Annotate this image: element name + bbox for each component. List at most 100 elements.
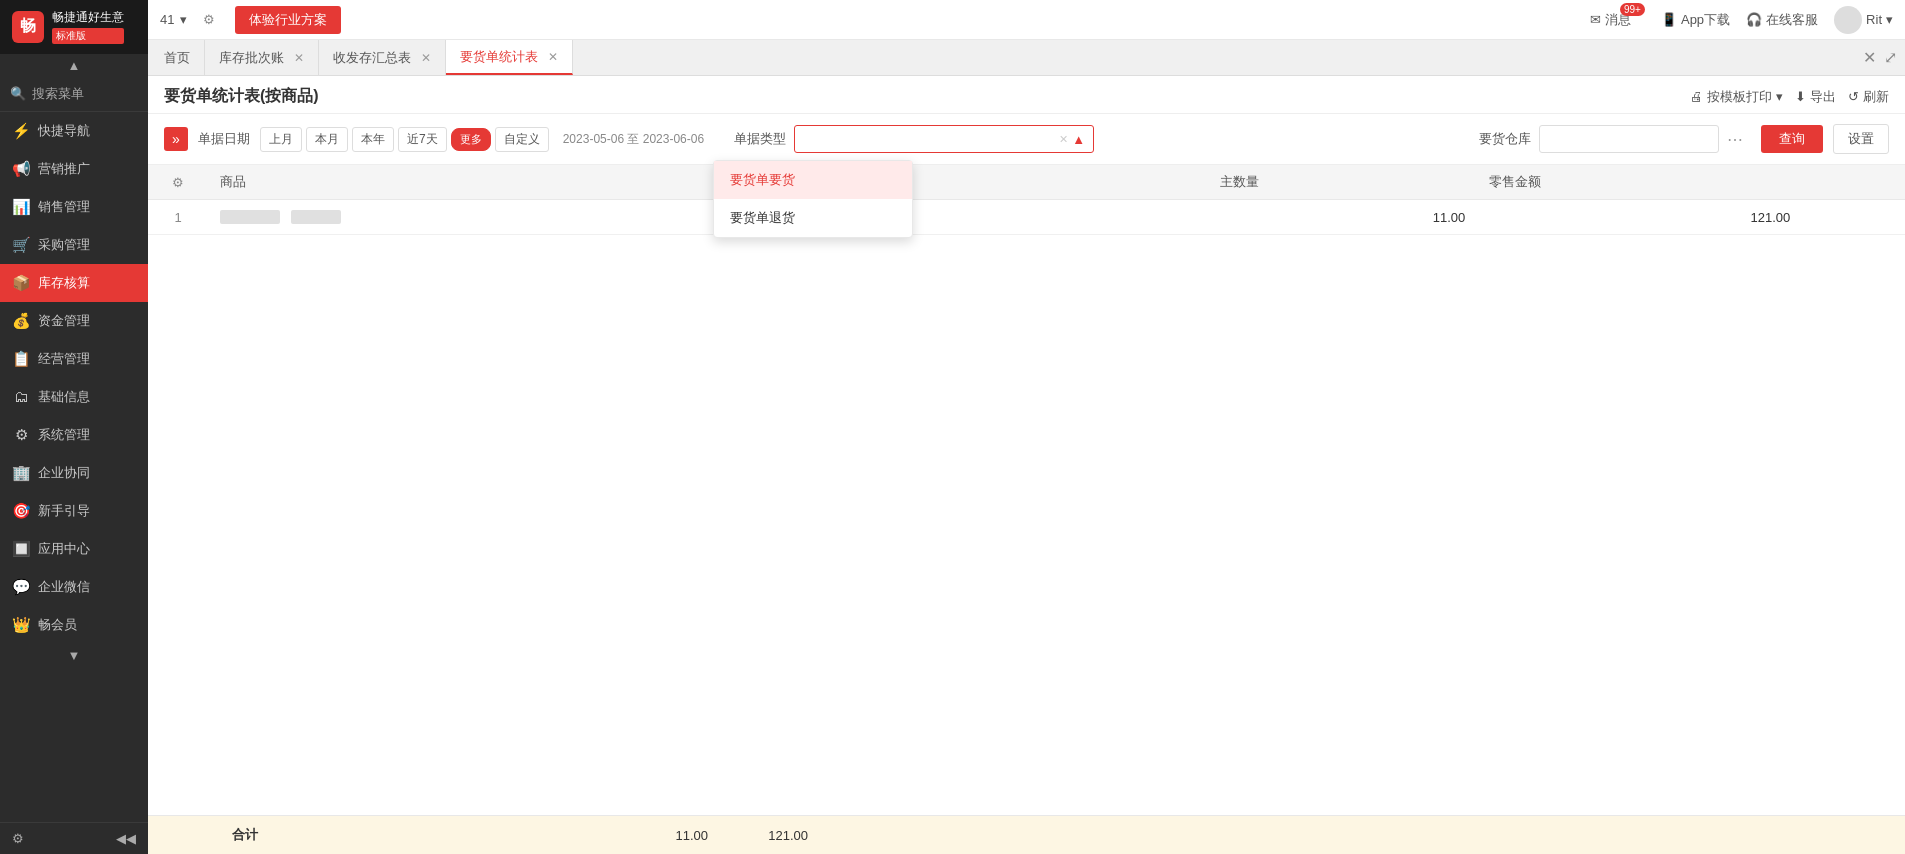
row-extra xyxy=(1802,200,1905,235)
filter-bar: » 单据日期 上月 本月 本年 近7天 更多 自定义 2023-05-06 至 … xyxy=(148,114,1905,165)
tab-home[interactable]: 首页 xyxy=(156,40,205,75)
sidebar-item-inventory[interactable]: 📦 库存核算 xyxy=(0,264,148,302)
sidebar: 畅 畅捷通好生意 标准版 ▲ 🔍 搜索菜单 ⚡ 快捷导航 📢 营销推广 📊 销售… xyxy=(0,0,148,854)
main-area: 41 ▾ ⚙ 体验行业方案 ✉ 消息 99+ 📱 App下载 🎧 在线客服 Ri… xyxy=(148,0,1905,854)
sidebar-item-label: 基础信息 xyxy=(38,388,90,406)
user-name: Rit xyxy=(1866,12,1882,27)
tab-bar: 首页 库存批次账 ✕ 收发存汇总表 ✕ 要货单统计表 ✕ ✕ ⤢ xyxy=(148,40,1905,76)
sidebar-item-label: 营销推广 xyxy=(38,160,90,178)
sidebar-item-finance[interactable]: 💰 资金管理 xyxy=(0,302,148,340)
messages-btn[interactable]: ✉ 消息 99+ xyxy=(1590,11,1631,29)
marketing-icon: 📢 xyxy=(12,160,30,178)
search-icon: 🔍 xyxy=(10,86,26,101)
tab-number-selector[interactable]: 41 ▾ xyxy=(160,12,187,27)
sidebar-settings-icon[interactable]: ⚙ xyxy=(12,831,24,846)
sidebar-item-wechat[interactable]: 💬 企业微信 xyxy=(0,568,148,606)
tab-order-summary[interactable]: 要货单统计表 ✕ xyxy=(446,40,573,75)
app-download-btn[interactable]: 📱 App下载 xyxy=(1661,11,1730,29)
wechat-icon: 💬 xyxy=(12,578,30,596)
sidebar-scroll-down[interactable]: ▼ xyxy=(0,644,148,667)
page-actions: 🖨 按模板打印 ▾ ⬇ 导出 ↺ 刷新 xyxy=(1690,88,1889,106)
refresh-btn[interactable]: ↺ 刷新 xyxy=(1848,88,1889,106)
user-avatar xyxy=(1834,6,1862,34)
footer-amount: 121.00 xyxy=(720,828,820,843)
tab-batch-account-close[interactable]: ✕ xyxy=(294,51,304,65)
purchase-icon: 🛒 xyxy=(12,236,30,254)
tab-collection-summary-close[interactable]: ✕ xyxy=(421,51,431,65)
col-extra xyxy=(1802,165,1905,200)
sidebar-item-label: 新手引导 xyxy=(38,502,90,520)
apps-icon: 🔲 xyxy=(12,540,30,558)
sidebar-item-quick-nav[interactable]: ⚡ 快捷导航 xyxy=(0,112,148,150)
filter-type-section: 单据类型 ✕ ▲ xyxy=(734,125,1094,153)
user-chevron-icon: ▾ xyxy=(1886,12,1893,27)
table-header: ⚙ 商品 主计量单位 主数量 零售金额 xyxy=(148,165,1905,200)
industry-btn[interactable]: 体验行业方案 xyxy=(235,6,341,34)
top-header-right: ✉ 消息 99+ 📱 App下载 🎧 在线客服 Rit ▾ xyxy=(1590,6,1893,34)
chevron-down-icon: ▾ xyxy=(180,12,187,27)
tab-collection-summary[interactable]: 收发存汇总表 ✕ xyxy=(319,40,446,75)
sidebar-item-label: 销售管理 xyxy=(38,198,90,216)
page-title: 要货单统计表(按商品) xyxy=(164,86,319,107)
user-profile[interactable]: Rit ▾ xyxy=(1834,6,1893,34)
date-shortcuts: 上月 本月 本年 近7天 更多 自定义 xyxy=(260,127,549,152)
query-btn[interactable]: 查询 xyxy=(1761,125,1823,153)
app-download-label: App下载 xyxy=(1681,11,1730,29)
product-placeholder xyxy=(220,210,280,224)
dropdown-item-return[interactable]: 要货单退货 xyxy=(714,199,912,237)
date-btn-this-year[interactable]: 本年 xyxy=(352,127,394,152)
tab-close-all-icon[interactable]: ✕ xyxy=(1863,48,1876,67)
date-btn-custom[interactable]: 自定义 xyxy=(495,127,549,152)
topbar-settings-icon[interactable]: ⚙ xyxy=(203,12,215,27)
type-select[interactable]: ✕ ▲ xyxy=(794,125,1094,153)
table-body: 1 块 11.00 121.00 xyxy=(148,200,1905,235)
sidebar-item-purchase[interactable]: 🛒 采购管理 xyxy=(0,226,148,264)
date-btn-last-7days[interactable]: 近7天 xyxy=(398,127,447,152)
sidebar-item-enterprise[interactable]: 🏢 企业协同 xyxy=(0,454,148,492)
sidebar-item-label: 畅会员 xyxy=(38,616,77,634)
type-chevron-icon[interactable]: ▲ xyxy=(1072,132,1085,147)
sidebar-item-operations[interactable]: 📋 经营管理 xyxy=(0,340,148,378)
sidebar-scroll-up[interactable]: ▲ xyxy=(0,54,148,77)
sidebar-search[interactable]: 🔍 搜索菜单 xyxy=(0,77,148,112)
export-icon: ⬇ xyxy=(1795,89,1806,104)
tab-batch-account[interactable]: 库存批次账 ✕ xyxy=(205,40,319,75)
sidebar-item-basic[interactable]: 🗂 基础信息 xyxy=(0,378,148,416)
date-btn-more[interactable]: 更多 xyxy=(451,128,491,151)
table-row: 1 块 11.00 121.00 xyxy=(148,200,1905,235)
date-btn-this-month[interactable]: 本月 xyxy=(306,127,348,152)
tab-order-summary-label: 要货单统计表 xyxy=(460,48,538,66)
sidebar-item-apps[interactable]: 🔲 应用中心 xyxy=(0,530,148,568)
tab-collection-summary-label: 收发存汇总表 xyxy=(333,49,411,67)
row-qty: 11.00 xyxy=(1208,200,1477,235)
online-service-label: 在线客服 xyxy=(1766,11,1818,29)
export-label: 导出 xyxy=(1810,88,1836,106)
sidebar-collapse-icon[interactable]: ◀◀ xyxy=(116,831,136,846)
dropdown-item-return-label: 要货单退货 xyxy=(730,210,795,225)
date-range: 2023-05-06 至 2023-06-06 xyxy=(563,131,704,148)
dropdown-item-order-label: 要货单要货 xyxy=(730,172,795,187)
tab-maximize-icon[interactable]: ⤢ xyxy=(1884,48,1897,67)
online-service-btn[interactable]: 🎧 在线客服 xyxy=(1746,11,1818,29)
sidebar-item-system[interactable]: ⚙ 系统管理 xyxy=(0,416,148,454)
sidebar-item-vip[interactable]: 👑 畅会员 xyxy=(0,606,148,644)
sidebar-item-marketing[interactable]: 📢 营销推广 xyxy=(0,150,148,188)
print-chevron-icon: ▾ xyxy=(1776,89,1783,104)
export-btn[interactable]: ⬇ 导出 xyxy=(1795,88,1836,106)
filter-expand-btn[interactable]: » xyxy=(164,127,188,151)
tab-order-summary-close[interactable]: ✕ xyxy=(548,50,558,64)
warehouse-input[interactable] xyxy=(1539,125,1719,153)
col-settings[interactable]: ⚙ xyxy=(148,165,208,200)
type-clear-icon[interactable]: ✕ xyxy=(1059,133,1068,146)
settings-btn[interactable]: 设置 xyxy=(1833,124,1889,154)
enterprise-icon: 🏢 xyxy=(12,464,30,482)
print-btn[interactable]: 🖨 按模板打印 ▾ xyxy=(1690,88,1783,106)
date-btn-last-month[interactable]: 上月 xyxy=(260,127,302,152)
col-settings-icon[interactable]: ⚙ xyxy=(172,175,184,190)
filter-more-icon[interactable]: ⋯ xyxy=(1727,130,1743,149)
guide-icon: 🎯 xyxy=(12,502,30,520)
sidebar-item-guide[interactable]: 🎯 新手引导 xyxy=(0,492,148,530)
sidebar-item-sales[interactable]: 📊 销售管理 xyxy=(0,188,148,226)
dropdown-item-order[interactable]: 要货单要货 xyxy=(714,161,912,199)
footer-total-label: 合计 xyxy=(160,826,380,844)
